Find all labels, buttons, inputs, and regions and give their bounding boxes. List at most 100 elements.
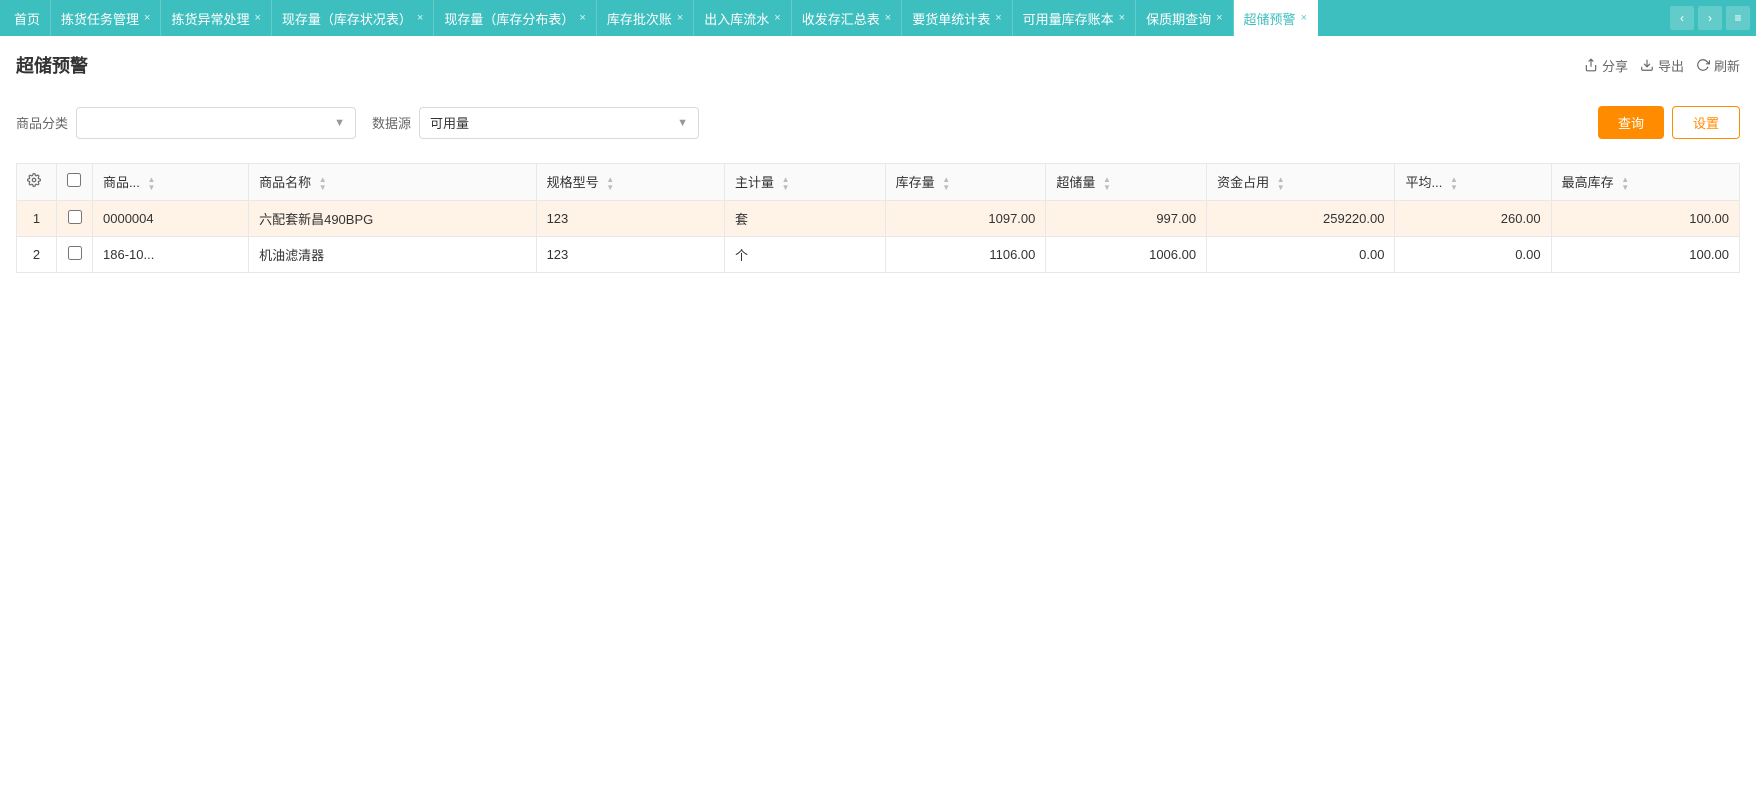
close-icon[interactable]: × [677,12,683,24]
column-gear[interactable] [17,164,57,201]
share-icon [1584,58,1598,72]
row-code: 186-10... [93,236,249,272]
row-overstock: 997.00 [1046,200,1207,236]
row-checkbox-cell[interactable] [57,200,93,236]
column-code[interactable]: 商品... ▲▼ [93,164,249,201]
datasource-label: 数据源 [372,113,411,132]
close-icon[interactable]: × [774,12,780,24]
close-icon[interactable]: × [1119,12,1125,24]
export-button[interactable]: 导出 [1640,56,1684,75]
row-num: 1 [17,200,57,236]
nav-item-inventory-dist[interactable]: 现存量（库存分布表） × [434,0,596,36]
row-unit: 个 [724,236,885,272]
nav-item-home[interactable]: 首页 [4,0,51,36]
nav-item-batch[interactable]: 库存批次账 × [597,0,694,36]
filter-actions: 查询 设置 [1598,106,1740,139]
row-overstock: 1006.00 [1046,236,1207,272]
share-button[interactable]: 分享 [1584,56,1628,75]
table-row: 2 186-10... 机油滤清器 123 个 1106.00 1006.00 … [17,236,1740,272]
nav-item-inventory-status[interactable]: 现存量（库存状况表） × [272,0,434,36]
query-button[interactable]: 查询 [1598,106,1664,139]
category-select[interactable]: ▼ [76,107,356,139]
column-stock[interactable]: 库存量 ▲▼ [885,164,1046,201]
datasource-value: 可用量 [430,113,469,132]
close-icon[interactable]: × [144,12,150,24]
row-unit: 套 [724,200,885,236]
column-spec[interactable]: 规格型号 ▲▼ [536,164,724,201]
gear-icon [27,173,41,187]
sort-icon: ▲▼ [942,176,950,192]
row-code: 0000004 [93,200,249,236]
nav-item-summary[interactable]: 收发存汇总表 × [792,0,902,36]
close-icon[interactable]: × [995,12,1001,24]
row-capital: 0.00 [1207,236,1395,272]
column-avg[interactable]: 平均... ▲▼ [1395,164,1551,201]
chevron-down-icon: ▼ [677,117,688,129]
sort-icon: ▲▼ [1450,176,1458,192]
row-avg: 260.00 [1395,200,1551,236]
column-max-stock[interactable]: 最高库存 ▲▼ [1551,164,1739,201]
row-avg: 0.00 [1395,236,1551,272]
close-icon[interactable]: × [417,12,423,24]
nav-more-button[interactable]: ≡ [1726,6,1750,30]
column-name[interactable]: 商品名称 ▲▼ [249,164,536,201]
close-icon[interactable]: × [885,12,891,24]
select-all-checkbox[interactable] [67,173,81,187]
category-label: 商品分类 [16,113,68,132]
nav-item-available[interactable]: 可用量库存账本 × [1013,0,1136,36]
column-checkbox[interactable] [57,164,93,201]
nav-next-button[interactable]: › [1698,6,1722,30]
sort-icon: ▲▼ [319,176,327,192]
nav-item-task[interactable]: 拣货任务管理 × [51,0,161,36]
chevron-down-icon: ▼ [334,117,345,129]
nav-arrows: ‹ › ≡ [1668,6,1752,30]
row-capital: 259220.00 [1207,200,1395,236]
nav-item-expiry[interactable]: 保质期查询 × [1136,0,1233,36]
category-filter: 商品分类 ▼ [16,107,356,139]
page-header: 超储预警 分享 导出 刷新 [16,52,1740,78]
nav-item-order-stats[interactable]: 要货单统计表 × [902,0,1012,36]
sort-icon: ▲▼ [1621,176,1629,192]
column-unit[interactable]: 主计量 ▲▼ [724,164,885,201]
row-spec: 123 [536,200,724,236]
nav-item-abnormal[interactable]: 拣货异常处理 × [161,0,271,36]
row-max-stock: 100.00 [1551,236,1739,272]
table-row: 1 0000004 六配套新昌490BPG 123 套 1097.00 997.… [17,200,1740,236]
close-icon[interactable]: × [1216,12,1222,24]
row-name: 机油滤清器 [249,236,536,272]
column-capital[interactable]: 资金占用 ▲▼ [1207,164,1395,201]
top-nav: 首页 拣货任务管理 × 拣货异常处理 × 现存量（库存状况表） × 现存量（库存… [0,0,1756,36]
nav-prev-button[interactable]: ‹ [1670,6,1694,30]
nav-item-flow[interactable]: 出入库流水 × [694,0,791,36]
close-icon[interactable]: × [254,12,260,24]
sort-icon: ▲▼ [147,176,155,192]
datasource-select[interactable]: 可用量 ▼ [419,107,699,139]
row-name: 六配套新昌490BPG [249,200,536,236]
row-stock: 1097.00 [885,200,1046,236]
nav-item-overstock[interactable]: 超储预警 × [1234,0,1318,36]
filter-bar: 商品分类 ▼ 数据源 可用量 ▼ 查询 设置 [16,94,1740,151]
settings-button[interactable]: 设置 [1672,106,1740,139]
datasource-filter: 数据源 可用量 ▼ [372,107,699,139]
row-stock: 1106.00 [885,236,1046,272]
sort-icon: ▲▼ [1277,176,1285,192]
row-spec: 123 [536,236,724,272]
row-checkbox[interactable] [68,246,82,260]
sort-icon: ▲▼ [782,176,790,192]
refresh-button[interactable]: 刷新 [1696,56,1740,75]
row-checkbox-cell[interactable] [57,236,93,272]
sort-icon: ▲▼ [606,176,614,192]
close-icon[interactable]: × [1301,12,1307,24]
refresh-icon [1696,58,1710,72]
header-actions: 分享 导出 刷新 [1584,56,1740,75]
row-num: 2 [17,236,57,272]
export-icon [1640,58,1654,72]
column-overstock[interactable]: 超储量 ▲▼ [1046,164,1207,201]
close-icon[interactable]: × [579,12,585,24]
page-title: 超储预警 [16,52,88,78]
page-container: 超储预警 分享 导出 刷新 商品 [0,36,1756,800]
data-table: 商品... ▲▼ 商品名称 ▲▼ 规格型号 ▲▼ 主计量 ▲▼ 库存量 ▲▼ [16,163,1740,273]
row-checkbox[interactable] [68,210,82,224]
row-max-stock: 100.00 [1551,200,1739,236]
sort-icon: ▲▼ [1103,176,1111,192]
